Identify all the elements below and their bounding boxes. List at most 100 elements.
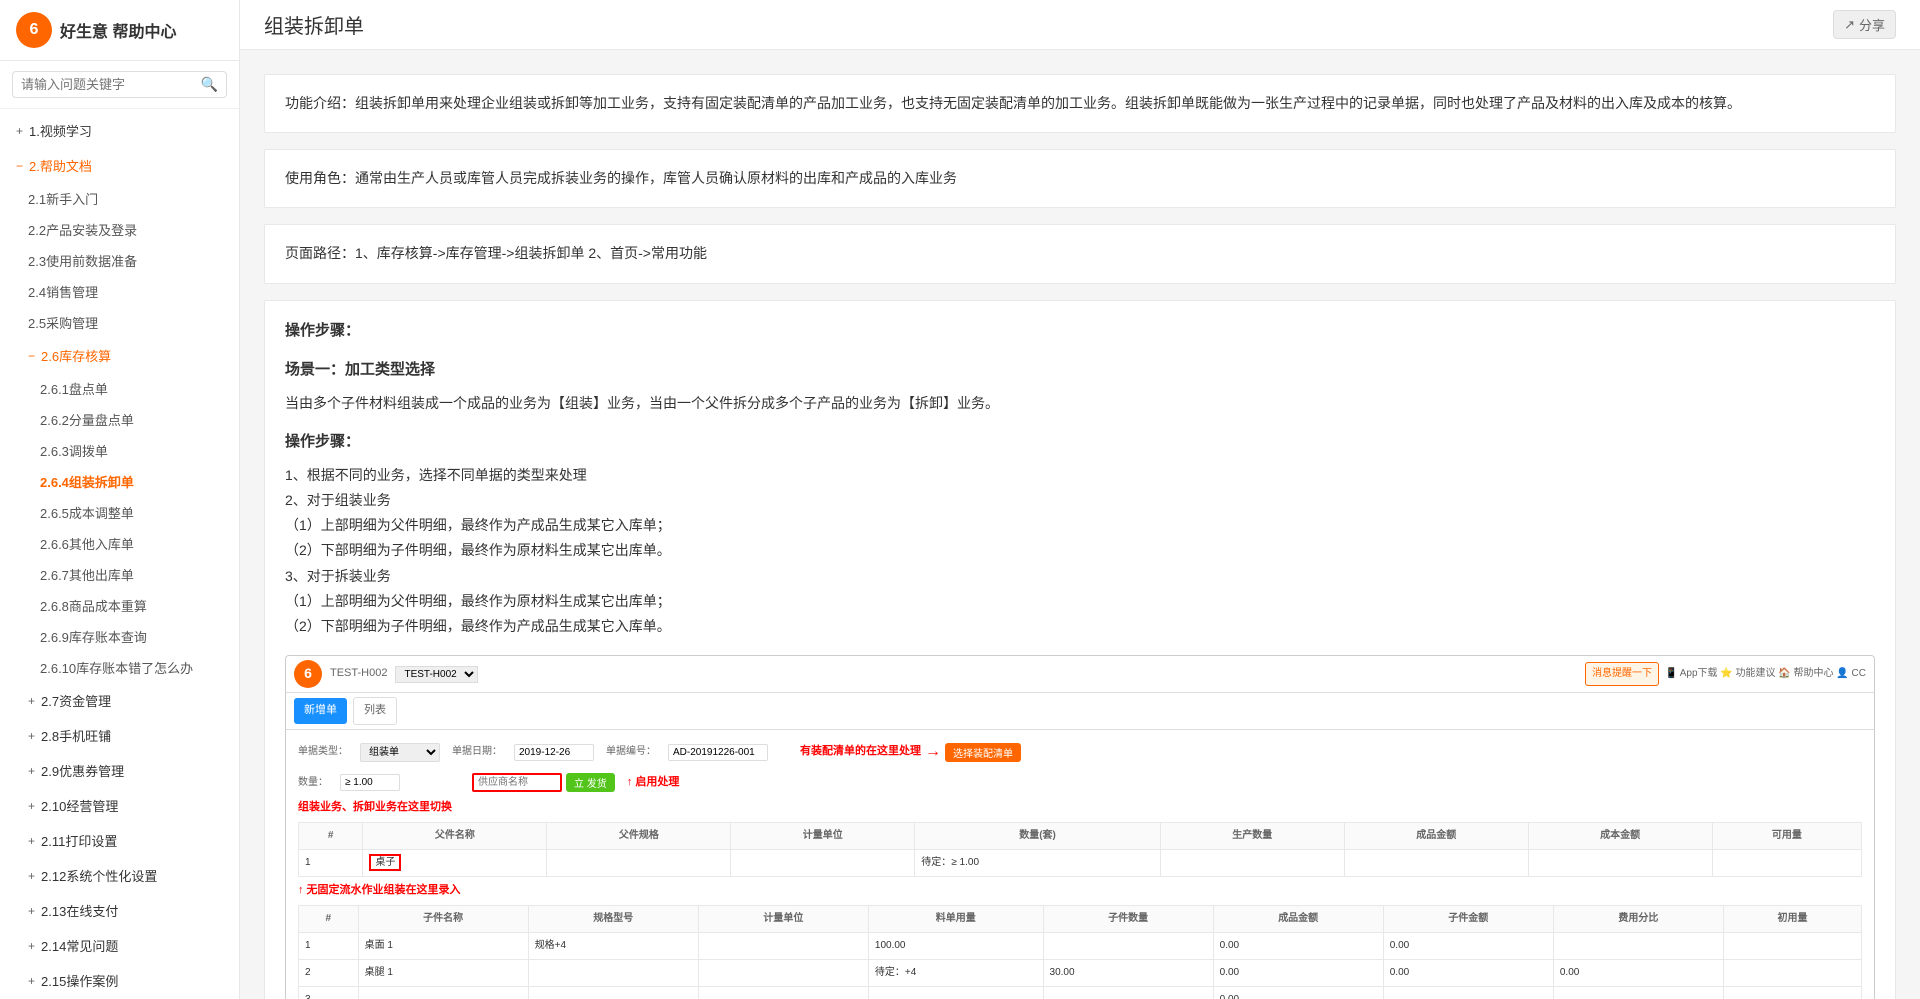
sidebar-item-docs-29[interactable]: + 2.9优惠券管理 [0,753,239,788]
ss-date-input[interactable] [514,744,594,761]
ss-select-bom-btn[interactable]: 选择装配清单 [945,743,1021,762]
share-icon: ↗ [1844,17,1855,33]
step2-2: （2）下部明细为子件明细，最终作为原材料生成某它出库单。 [285,538,1875,563]
ss-form-row2: 数量： 立 发货 ↑ 启用处理 [298,773,1862,793]
search-input[interactable] [21,77,201,92]
th-prod-qty: 生产数量 [1160,823,1344,850]
td-prod-amt [1344,850,1528,877]
sth-no: # [299,906,359,933]
ss-no-input[interactable] [668,744,768,761]
sidebar-item-docs-28[interactable]: + 2.8手机旺铺 [0,718,239,753]
sidebar-item-docs-24[interactable]: 2.4销售管理 [0,276,239,307]
ss-icons: 📱 App下载 ⭐ 功能建议 🏠 帮助中心 👤 CC [1665,665,1866,683]
th-no: # [299,823,363,850]
sidebar-item-label: 2.8手机旺铺 [41,726,111,745]
step3-2: （2）下部明细为子件明细，最终作为产成品生成某它入库单。 [285,614,1875,639]
table-row: 1 桌子 待定：≥ 1.00 [299,850,1862,877]
sidebar-item-docs-265[interactable]: 2.6.5成本调整单 [0,497,239,528]
plus-icon-213: + [28,904,35,918]
ss-toolbar: 新增单 列表 [286,693,1874,730]
sidebar-item-docs-2610[interactable]: 2.6.10库存账本错了怎么办 [0,652,239,683]
sidebar-item-docs-263[interactable]: 2.6.3调拨单 [0,435,239,466]
minus-icon: − [16,159,23,173]
sidebar: 6 好生意 帮助中心 🔍 + 1.视频学习 − 2.帮助文档 2.1新手入门 2… [0,0,240,999]
sth-cost-pct: 费用分比 [1553,906,1723,933]
scenario1-title: 场景一：加工类型选择 [285,356,1875,383]
sidebar-item-docs-268[interactable]: 2.6.8商品成本重算 [0,590,239,621]
share-label: 分享 [1859,15,1885,34]
sidebar-item-label: 2.14常见问题 [41,936,118,955]
sidebar-item-label: 2.10经营管理 [41,796,118,815]
plus-icon-27: + [28,694,35,708]
main-area: 组装拆卸单 ↗ 分享 功能介绍：组装拆卸单用来处理企业组装或拆卸等加工业务，支持… [240,0,1920,999]
sidebar-item-docs-215[interactable]: + 2.15操作案例 [0,963,239,998]
th-qty-set: 数量(套) [915,823,1161,850]
sidebar-item-docs-23[interactable]: 2.3使用前数据准备 [0,245,239,276]
td-unit [731,850,915,877]
share-button[interactable]: ↗ 分享 [1833,10,1896,39]
sidebar-item-docs-21[interactable]: 2.1新手入门 [0,183,239,214]
td-avail [1712,850,1861,877]
th-cost-amt: 成本金额 [1528,823,1712,850]
sidebar-item-docs-211[interactable]: + 2.11打印设置 [0,823,239,858]
annotation1-text: 有装配清单的在这里处理 [800,742,921,762]
sidebar-item-label: 2.帮助文档 [29,156,92,175]
sidebar-item-docs-266[interactable]: 2.6.6其他入库单 [0,528,239,559]
sidebar-item-video[interactable]: + 1.视频学习 [0,113,239,148]
path-intro-card: 页面路径：1、库存核算->库存管理->组装拆卸单 2、首页->常用功能 [264,224,1896,283]
sth-prod-amt: 成品金额 [1213,906,1383,933]
sidebar-item-docs-212[interactable]: + 2.12系统个性化设置 [0,858,239,893]
sidebar-item-docs-27[interactable]: + 2.7资金管理 [0,683,239,718]
ss-tab-new[interactable]: 新增单 [294,698,347,724]
annotation4-text: ↑ 无固定流水作业组装在这里录入 [298,881,1862,901]
sidebar-item-docs-269[interactable]: 2.6.9库存账本查询 [0,621,239,652]
ss-form: 单据类型： 组装单 单据日期： 单据编号： 有装配清单的在这里处理 → 选择装配… [286,730,1874,999]
ss-titlebar-text: TEST-H002 [330,664,387,684]
search-icon[interactable]: 🔍 [201,76,218,93]
ss-select-dropdown[interactable]: TEST-H002 [395,666,478,683]
sidebar-item-docs-264[interactable]: 2.6.4组装拆卸单 [0,466,239,497]
sidebar-item-docs-214[interactable]: + 2.14常见问题 [0,928,239,963]
ss-tab-list[interactable]: 列表 [353,697,397,725]
role-intro-card: 使用角色：通常由生产人员或库管人员完成拆装业务的操作，库管人员确认原材料的出库和… [264,149,1896,208]
operation-steps-title: 操作步骤： [285,317,1875,344]
sidebar-item-docs-26[interactable]: − 2.6库存核算 [0,338,239,373]
sidebar-item-docs[interactable]: − 2.帮助文档 [0,148,239,183]
sub-table-row: 1 桌面 1 规格+4 100.00 0.00 0.00 [299,933,1862,960]
sidebar-item-docs-25[interactable]: 2.5采购管理 [0,307,239,338]
sth-sub-qty: 子件数量 [1043,906,1213,933]
ss-logo: 6 [294,660,322,688]
annotation-area1: 有装配清单的在这里处理 → 选择装配清单 [800,738,1021,767]
sidebar-item-docs-261[interactable]: 2.6.1盘点单 [0,373,239,404]
content-area: 功能介绍：组装拆卸单用来处理企业组装或拆卸等加工业务，支持有固定装配清单的产品加… [240,50,1920,999]
sidebar-item-docs-22[interactable]: 2.2产品安装及登录 [0,214,239,245]
th-avail: 可用量 [1712,823,1861,850]
td-cost-amt [1528,850,1712,877]
ss-vendor-input[interactable] [472,773,562,792]
search-box: 🔍 [0,61,239,109]
operation-card: 操作步骤： 场景一：加工类型选择 当由多个子件材料组装成一个成品的业务为【组装】… [264,300,1896,999]
plus-icon: + [16,124,23,138]
path-intro-text: 页面路径：1、库存核算->库存管理->组装拆卸单 2、首页->常用功能 [285,241,1875,266]
sth-init-qty: 初用量 [1723,906,1861,933]
sth-spec: 规格型号 [528,906,698,933]
plus-icon-29: + [28,764,35,778]
sidebar-item-docs-210[interactable]: + 2.10经营管理 [0,788,239,823]
ss-no-label: 单据编号： [606,743,656,761]
sidebar-item-docs-213[interactable]: + 2.13在线支付 [0,893,239,928]
ss-qty-input[interactable] [340,774,400,791]
sidebar-item-docs-262[interactable]: 2.6.2分量盘点单 [0,404,239,435]
ss-type-select[interactable]: 组装单 [360,743,440,762]
ss-parent-table: # 父件名称 父件规格 计量单位 数量(套) 生产数量 成品金额 成本金额 可用… [298,822,1862,877]
steps-sub-title: 操作步骤： [285,428,1875,455]
step2-1: （1）上部明细为父件明细，最终作为产成品生成某它入库单； [285,513,1875,538]
sidebar-item-docs-267[interactable]: 2.6.7其他出库单 [0,559,239,590]
ss-confirm-btn[interactable]: 立 发货 [566,773,615,792]
role-intro-text: 使用角色：通常由生产人员或库管人员完成拆装业务的操作，库管人员确认原材料的出库和… [285,166,1875,191]
annotation-area2: 组装业务、拆卸业务在这里切换 [298,798,1862,818]
minus-icon-26: − [28,349,35,363]
logo-text: 好生意 帮助中心 [60,18,176,42]
ss-new-btn[interactable]: 消息提醒一下 [1585,662,1659,686]
sidebar-item-label: 2.9优惠券管理 [41,761,124,780]
feature-intro-text: 功能介绍：组装拆卸单用来处理企业组装或拆卸等加工业务，支持有固定装配清单的产品加… [285,91,1875,116]
